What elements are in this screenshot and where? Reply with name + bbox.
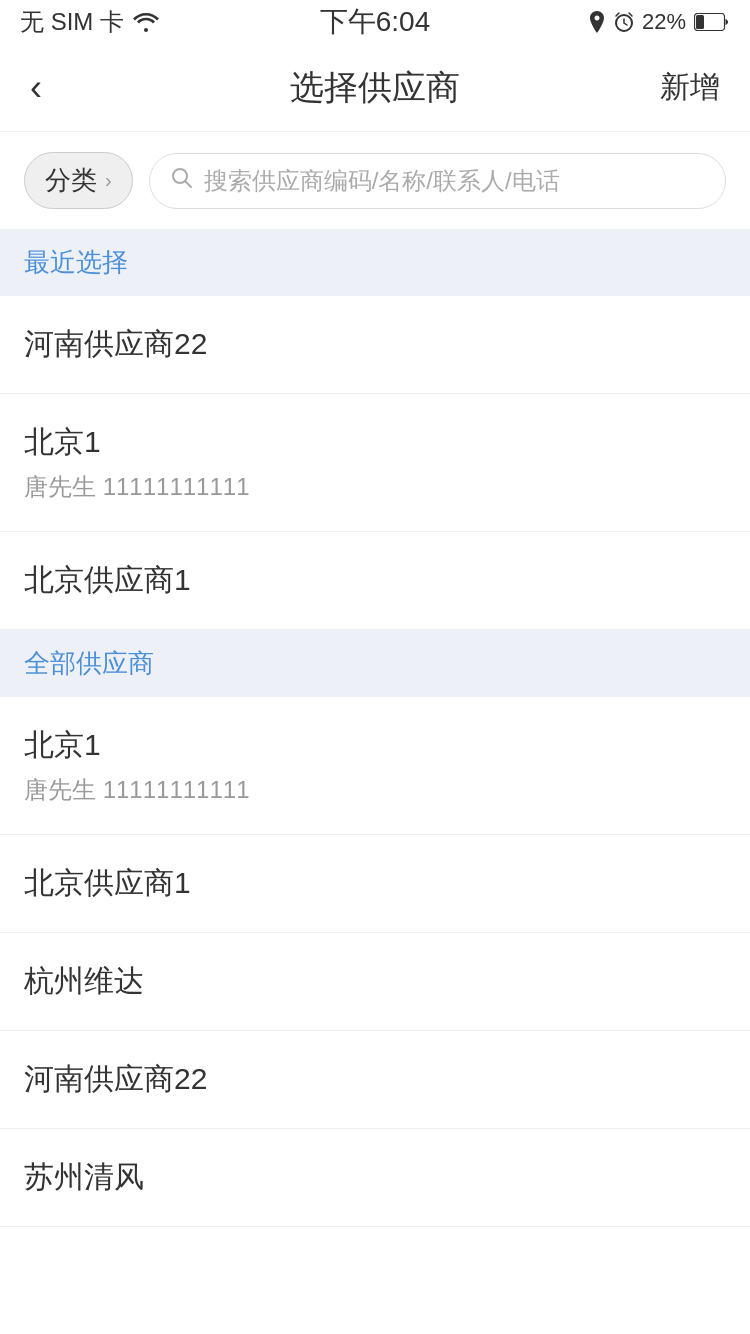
location-icon	[588, 11, 606, 33]
recent-section-label: 最近选择	[24, 247, 128, 277]
item-name: 北京供应商1	[24, 863, 726, 904]
wifi-icon	[132, 12, 160, 32]
page-title: 选择供应商	[290, 65, 460, 111]
category-button[interactable]: 分类 ›	[24, 152, 133, 209]
list-item[interactable]: 苏州清风	[0, 1129, 750, 1227]
list-item[interactable]: 杭州维达	[0, 933, 750, 1031]
status-time: 下午6:04	[320, 3, 431, 41]
recent-section-header: 最近选择	[0, 229, 750, 296]
list-item[interactable]: 北京供应商1	[0, 835, 750, 933]
item-sub: 唐先生 11111111111	[24, 774, 726, 806]
all-section-label: 全部供应商	[24, 648, 154, 678]
item-name: 北京1	[24, 422, 726, 463]
status-left: 无 SIM 卡	[20, 6, 160, 38]
status-bar: 无 SIM 卡 下午6:04 22%	[0, 0, 750, 44]
search-box	[149, 153, 726, 209]
item-name: 杭州维达	[24, 961, 726, 1002]
list-item[interactable]: 北京1 唐先生 11111111111	[0, 697, 750, 835]
recent-list: 河南供应商22 北京1 唐先生 11111111111 北京供应商1	[0, 296, 750, 630]
filter-bar: 分类 ›	[0, 132, 750, 229]
list-item[interactable]: 河南供应商22	[0, 1031, 750, 1129]
item-name: 河南供应商22	[24, 324, 726, 365]
back-button[interactable]: ‹	[30, 67, 110, 109]
svg-rect-2	[696, 15, 704, 29]
add-button[interactable]: 新增	[640, 67, 720, 108]
alarm-icon	[614, 11, 634, 33]
search-input[interactable]	[204, 167, 705, 195]
item-name: 北京1	[24, 725, 726, 766]
search-icon	[170, 166, 194, 196]
item-name: 苏州清风	[24, 1157, 726, 1198]
no-sim-label: 无 SIM 卡	[20, 6, 124, 38]
list-item[interactable]: 河南供应商22	[0, 296, 750, 394]
status-right: 22%	[588, 9, 730, 35]
all-section-header: 全部供应商	[0, 630, 750, 697]
item-sub: 唐先生 11111111111	[24, 471, 726, 503]
battery-icon	[694, 13, 730, 31]
item-name: 河南供应商22	[24, 1059, 726, 1100]
category-label: 分类	[45, 163, 97, 198]
battery-text: 22%	[642, 9, 686, 35]
list-item[interactable]: 北京供应商1	[0, 532, 750, 630]
chevron-right-icon: ›	[105, 169, 112, 192]
nav-bar: ‹ 选择供应商 新增	[0, 44, 750, 132]
item-name: 北京供应商1	[24, 560, 726, 601]
all-list: 北京1 唐先生 11111111111 北京供应商1 杭州维达河南供应商22 苏州清风	[0, 697, 750, 1227]
list-item[interactable]: 北京1 唐先生 11111111111	[0, 394, 750, 532]
